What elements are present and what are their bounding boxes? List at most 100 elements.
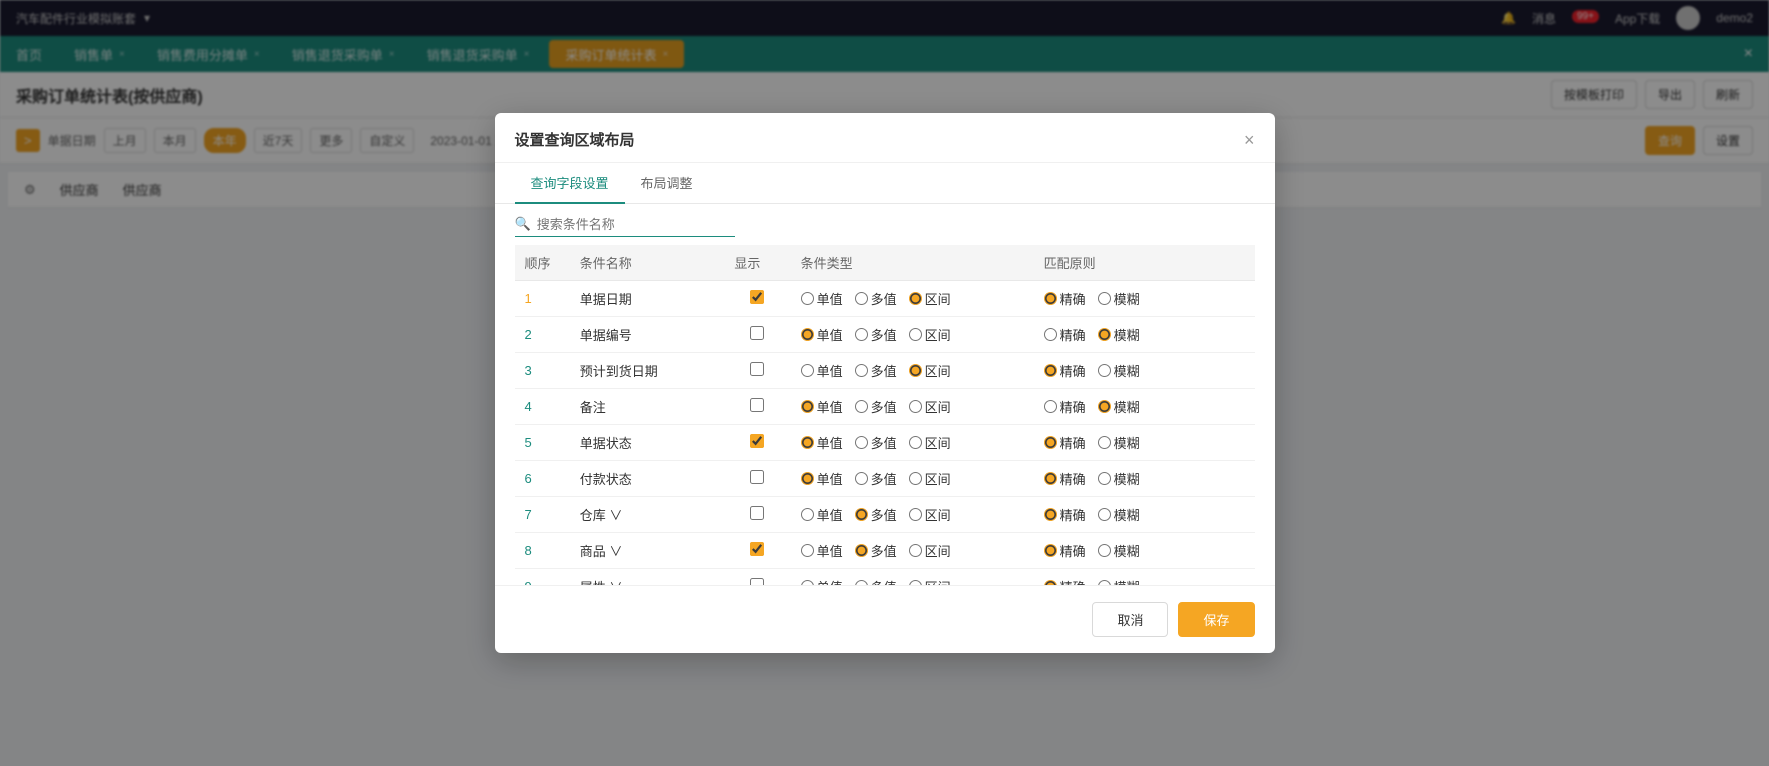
- type-single-option[interactable]: 单值: [801, 541, 843, 560]
- match-exact-option[interactable]: 精确: [1044, 361, 1086, 380]
- row-show-checkbox[interactable]: [750, 290, 764, 304]
- row-match-cell: 精确 模糊: [1034, 317, 1255, 353]
- row-show-checkbox[interactable]: [750, 362, 764, 376]
- type-multi-option[interactable]: 多值: [855, 505, 897, 524]
- search-box: 🔍: [515, 216, 735, 237]
- type-single-option[interactable]: 单值: [801, 505, 843, 524]
- scrollable-table[interactable]: 顺序 条件名称 显示 条件类型 匹配原则 1 单据日期: [515, 245, 1255, 585]
- match-fuzzy-option[interactable]: 模糊: [1098, 541, 1140, 560]
- type-multi-option[interactable]: 多值: [855, 577, 897, 585]
- type-multi-option[interactable]: 多值: [855, 397, 897, 416]
- table-row: 9 属性 ∨ 单值 多值 区间: [515, 569, 1255, 586]
- row-match-cell: 精确 模糊: [1034, 461, 1255, 497]
- type-multi-option[interactable]: 多值: [855, 361, 897, 380]
- type-range-option[interactable]: 区间: [909, 397, 951, 416]
- type-multi-option[interactable]: 多值: [855, 541, 897, 560]
- match-fuzzy-option[interactable]: 模糊: [1098, 397, 1140, 416]
- row-name: 属性 ∨: [570, 569, 725, 586]
- row-name: 预计到货日期: [570, 353, 725, 389]
- row-match-cell: 精确 模糊: [1034, 425, 1255, 461]
- match-exact-option[interactable]: 精确: [1044, 469, 1086, 488]
- row-name: 单据状态: [570, 425, 725, 461]
- save-button[interactable]: 保存: [1178, 602, 1254, 637]
- table-row: 8 商品 ∨ 单值 多值 区间: [515, 533, 1255, 569]
- table-row: 1 单据日期 单值 多值 区间: [515, 281, 1255, 317]
- tab-layout[interactable]: 布局调整: [625, 163, 709, 204]
- type-single-option[interactable]: 单值: [801, 361, 843, 380]
- type-range-option[interactable]: 区间: [909, 325, 951, 344]
- table-row: 4 备注 单值 多值 区间: [515, 389, 1255, 425]
- match-exact-option[interactable]: 精确: [1044, 505, 1086, 524]
- row-show-cell: [724, 533, 790, 569]
- type-single-option[interactable]: 单值: [801, 433, 843, 452]
- row-seq: 5: [515, 425, 570, 461]
- row-show-checkbox[interactable]: [750, 434, 764, 448]
- row-seq: 3: [515, 353, 570, 389]
- modal-header: 设置查询区域布局 ×: [495, 113, 1275, 163]
- row-type-cell: 单值 多值 区间: [791, 533, 1034, 569]
- match-fuzzy-option[interactable]: 模糊: [1098, 433, 1140, 452]
- type-range-option[interactable]: 区间: [909, 577, 951, 585]
- type-range-option[interactable]: 区间: [909, 289, 951, 308]
- row-seq: 1: [515, 281, 570, 317]
- type-range-option[interactable]: 区间: [909, 541, 951, 560]
- type-single-option[interactable]: 单值: [801, 325, 843, 344]
- cancel-button[interactable]: 取消: [1092, 602, 1168, 637]
- match-exact-option[interactable]: 精确: [1044, 433, 1086, 452]
- row-show-checkbox[interactable]: [750, 578, 764, 585]
- th-order: 顺序: [515, 245, 570, 281]
- th-type: 条件类型: [791, 245, 1034, 281]
- match-fuzzy-option[interactable]: 模糊: [1098, 325, 1140, 344]
- row-show-cell: [724, 425, 790, 461]
- type-single-option[interactable]: 单值: [801, 469, 843, 488]
- row-show-checkbox[interactable]: [750, 398, 764, 412]
- match-exact-option[interactable]: 精确: [1044, 325, 1086, 344]
- table-row: 3 预计到货日期 单值 多值 区间: [515, 353, 1255, 389]
- modal-search-area: 🔍: [495, 204, 1275, 245]
- search-icon: 🔍: [515, 216, 531, 232]
- row-show-cell: [724, 281, 790, 317]
- th-show: 显示: [724, 245, 790, 281]
- settings-modal: 设置查询区域布局 × 查询字段设置 布局调整 🔍 顺序 条件名称: [495, 113, 1275, 653]
- modal-close-button[interactable]: ×: [1244, 131, 1255, 149]
- type-multi-option[interactable]: 多值: [855, 469, 897, 488]
- match-fuzzy-option[interactable]: 模糊: [1098, 505, 1140, 524]
- type-range-option[interactable]: 区间: [909, 361, 951, 380]
- match-fuzzy-option[interactable]: 模糊: [1098, 361, 1140, 380]
- row-show-checkbox[interactable]: [750, 542, 764, 556]
- row-type-cell: 单值 多值 区间: [791, 389, 1034, 425]
- table-row: 2 单据编号 单值 多值 区间: [515, 317, 1255, 353]
- type-multi-option[interactable]: 多值: [855, 433, 897, 452]
- type-single-option[interactable]: 单值: [801, 577, 843, 585]
- match-fuzzy-option[interactable]: 模糊: [1098, 289, 1140, 308]
- row-show-checkbox[interactable]: [750, 506, 764, 520]
- row-show-checkbox[interactable]: [750, 470, 764, 484]
- type-range-option[interactable]: 区间: [909, 433, 951, 452]
- row-show-cell: [724, 353, 790, 389]
- row-match-cell: 精确 模糊: [1034, 389, 1255, 425]
- row-match-cell: 精确 模糊: [1034, 569, 1255, 586]
- match-exact-option[interactable]: 精确: [1044, 397, 1086, 416]
- type-range-option[interactable]: 区间: [909, 505, 951, 524]
- match-fuzzy-option[interactable]: 模糊: [1098, 577, 1140, 585]
- type-multi-option[interactable]: 多值: [855, 289, 897, 308]
- type-multi-option[interactable]: 多值: [855, 325, 897, 344]
- search-input[interactable]: [537, 217, 717, 232]
- row-name: 备注: [570, 389, 725, 425]
- row-show-checkbox[interactable]: [750, 326, 764, 340]
- match-exact-option[interactable]: 精确: [1044, 289, 1086, 308]
- match-fuzzy-option[interactable]: 模糊: [1098, 469, 1140, 488]
- match-exact-option[interactable]: 精确: [1044, 541, 1086, 560]
- row-show-cell: [724, 569, 790, 586]
- modal-overlay: 设置查询区域布局 × 查询字段设置 布局调整 🔍 顺序 条件名称: [0, 0, 1769, 766]
- row-type-cell: 单值 多值 区间: [791, 281, 1034, 317]
- row-name: 单据编号: [570, 317, 725, 353]
- type-single-option[interactable]: 单值: [801, 397, 843, 416]
- type-range-option[interactable]: 区间: [909, 469, 951, 488]
- row-type-cell: 单值 多值 区间: [791, 569, 1034, 586]
- type-single-option[interactable]: 单值: [801, 289, 843, 308]
- tab-query-fields[interactable]: 查询字段设置: [515, 163, 625, 204]
- row-match-cell: 精确 模糊: [1034, 353, 1255, 389]
- match-exact-option[interactable]: 精确: [1044, 577, 1086, 585]
- row-type-cell: 单值 多值 区间: [791, 317, 1034, 353]
